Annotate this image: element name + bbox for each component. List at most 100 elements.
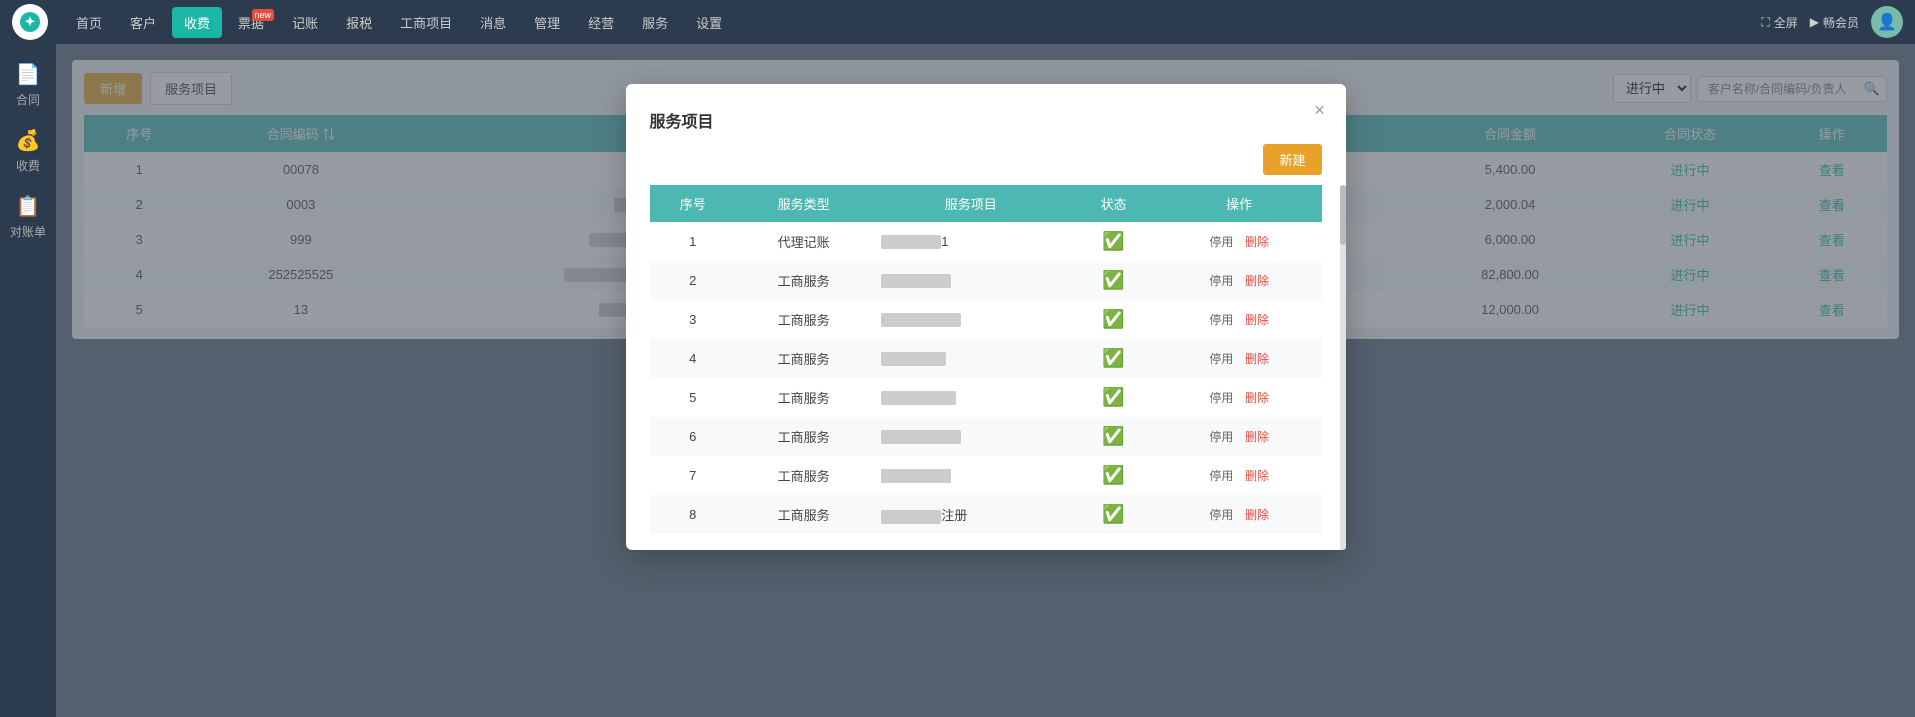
delete-btn[interactable]: 删除	[1245, 352, 1269, 366]
modal-cell-op: 停用 删除	[1157, 222, 1322, 261]
modal-cell-item	[871, 261, 1070, 300]
modal-col-no: 序号	[650, 185, 736, 222]
modal-col-item: 服务项目	[871, 185, 1070, 222]
statement-icon: 📋	[16, 194, 41, 219]
disable-btn[interactable]: 停用	[1209, 352, 1233, 366]
nav-manage[interactable]: 管理	[522, 7, 572, 38]
fullscreen-btn[interactable]: ⛶ 全屏	[1761, 14, 1797, 31]
modal-cell-type: 工商服务	[736, 261, 871, 300]
modal-cell-type: 工商服务	[736, 456, 871, 495]
modal-cell-status: ✅	[1070, 495, 1156, 534]
avatar[interactable]: 👤	[1871, 6, 1903, 38]
modal-col-status: 状态	[1070, 185, 1156, 222]
modal-cell-no: 1	[650, 222, 736, 261]
modal-close-btn[interactable]: ×	[1308, 98, 1332, 122]
delete-btn[interactable]: 删除	[1245, 235, 1269, 249]
sidebar-item-fee[interactable]: 💰 收费	[0, 118, 56, 184]
modal-cell-op: 停用 删除	[1157, 378, 1322, 417]
svg-text:✦: ✦	[25, 14, 36, 29]
modal-cell-no: 8	[650, 495, 736, 534]
modal-cell-item: 注册	[871, 495, 1070, 534]
delete-btn[interactable]: 删除	[1245, 469, 1269, 483]
modal-cell-item	[871, 456, 1070, 495]
nav-home[interactable]: 首页	[64, 7, 114, 38]
nav-client[interactable]: 客户	[118, 7, 168, 38]
logo[interactable]: ✦	[12, 4, 48, 40]
modal-cell-op: 停用 删除	[1157, 339, 1322, 378]
fee-icon: 💰	[16, 128, 41, 153]
modal-cell-type: 代理记账	[736, 222, 871, 261]
modal-col-type: 服务类型	[736, 185, 871, 222]
status-check-icon: ✅	[1102, 270, 1124, 290]
nav-bizproject[interactable]: 工商项目	[388, 7, 464, 38]
modal-cell-no: 6	[650, 417, 736, 456]
modal-table-row: 7 工商服务 ✅ 停用 删除	[650, 456, 1322, 495]
modal-table-wrap: 序号 服务类型 服务项目 状态 操作 1 代理记账 1 ✅ 停用 删除 2 工商…	[626, 185, 1346, 550]
sidebar: 📄 合同 💰 收费 📋 对账单	[0, 44, 56, 717]
modal-cell-item	[871, 339, 1070, 378]
modal-col-op: 操作	[1157, 185, 1322, 222]
nav-tax[interactable]: 报税	[334, 7, 384, 38]
disable-btn[interactable]: 停用	[1209, 313, 1233, 327]
new-badge: new	[252, 9, 275, 21]
disable-btn[interactable]: 停用	[1209, 469, 1233, 483]
nav-message[interactable]: 消息	[468, 7, 518, 38]
modal-cell-type: 工商服务	[736, 300, 871, 339]
modal-cell-status: ✅	[1070, 339, 1156, 378]
modal-cell-item: 1	[871, 222, 1070, 261]
delete-btn[interactable]: 删除	[1245, 391, 1269, 405]
status-check-icon: ✅	[1102, 426, 1124, 446]
modal-cell-item	[871, 417, 1070, 456]
nav-invoice[interactable]: 票据 new	[226, 7, 276, 38]
modal-table-row: 4 工商服务 ✅ 停用 删除	[650, 339, 1322, 378]
delete-btn[interactable]: 删除	[1245, 508, 1269, 522]
modal-cell-no: 4	[650, 339, 736, 378]
modal-cell-status: ✅	[1070, 222, 1156, 261]
modal-table-row: 1 代理记账 1 ✅ 停用 删除	[650, 222, 1322, 261]
modal-table-row: 5 工商服务 ✅ 停用 删除	[650, 378, 1322, 417]
disable-btn[interactable]: 停用	[1209, 508, 1233, 522]
vip-btn[interactable]: ▶ 畅会员	[1810, 14, 1859, 31]
nav-bookkeeping[interactable]: 记账	[280, 7, 330, 38]
disable-btn[interactable]: 停用	[1209, 274, 1233, 288]
modal-cell-type: 工商服务	[736, 417, 871, 456]
nav-fee[interactable]: 收费	[172, 7, 222, 38]
modal-overlay: × 服务项目 新建 序号 服务类型 服务项目 状态 操作 1 代理记账 1	[56, 44, 1915, 717]
disable-btn[interactable]: 停用	[1209, 235, 1233, 249]
status-check-icon: ✅	[1102, 309, 1124, 329]
modal-cell-type: 工商服务	[736, 495, 871, 534]
nav-service[interactable]: 服务	[630, 7, 680, 38]
status-check-icon: ✅	[1102, 465, 1124, 485]
nav-settings[interactable]: 设置	[684, 7, 734, 38]
modal-cell-item	[871, 300, 1070, 339]
disable-btn[interactable]: 停用	[1209, 430, 1233, 444]
nav-operation[interactable]: 经营	[576, 7, 626, 38]
modal-toolbar: 新建	[650, 144, 1322, 175]
modal-cell-status: ✅	[1070, 417, 1156, 456]
sidebar-item-statement[interactable]: 📋 对账单	[0, 184, 56, 250]
disable-btn[interactable]: 停用	[1209, 391, 1233, 405]
delete-btn[interactable]: 删除	[1245, 313, 1269, 327]
nav-right: ⛶ 全屏 ▶ 畅会员 👤	[1761, 6, 1903, 38]
modal-cell-op: 停用 删除	[1157, 300, 1322, 339]
service-modal: × 服务项目 新建 序号 服务类型 服务项目 状态 操作 1 代理记账 1	[626, 84, 1346, 550]
delete-btn[interactable]: 删除	[1245, 274, 1269, 288]
modal-cell-status: ✅	[1070, 300, 1156, 339]
top-nav: ✦ 首页 客户 收费 票据 new 记账 报税 工商项目 消息 管理 经营 服务…	[0, 0, 1915, 44]
modal-title: 服务项目	[650, 108, 1322, 132]
modal-cell-no: 7	[650, 456, 736, 495]
modal-table-row: 2 工商服务 ✅ 停用 删除	[650, 261, 1322, 300]
modal-cell-type: 工商服务	[736, 339, 871, 378]
scrollbar-thumb	[1340, 185, 1346, 245]
modal-cell-op: 停用 删除	[1157, 261, 1322, 300]
sidebar-item-contract[interactable]: 📄 合同	[0, 52, 56, 118]
modal-table: 序号 服务类型 服务项目 状态 操作 1 代理记账 1 ✅ 停用 删除 2 工商…	[650, 185, 1322, 534]
modal-table-row: 6 工商服务 ✅ 停用 删除	[650, 417, 1322, 456]
contract-icon: 📄	[16, 62, 41, 87]
delete-btn[interactable]: 删除	[1245, 430, 1269, 444]
modal-new-btn[interactable]: 新建	[1263, 144, 1321, 175]
modal-cell-status: ✅	[1070, 456, 1156, 495]
modal-cell-status: ✅	[1070, 261, 1156, 300]
modal-cell-op: 停用 删除	[1157, 417, 1322, 456]
modal-cell-op: 停用 删除	[1157, 495, 1322, 534]
